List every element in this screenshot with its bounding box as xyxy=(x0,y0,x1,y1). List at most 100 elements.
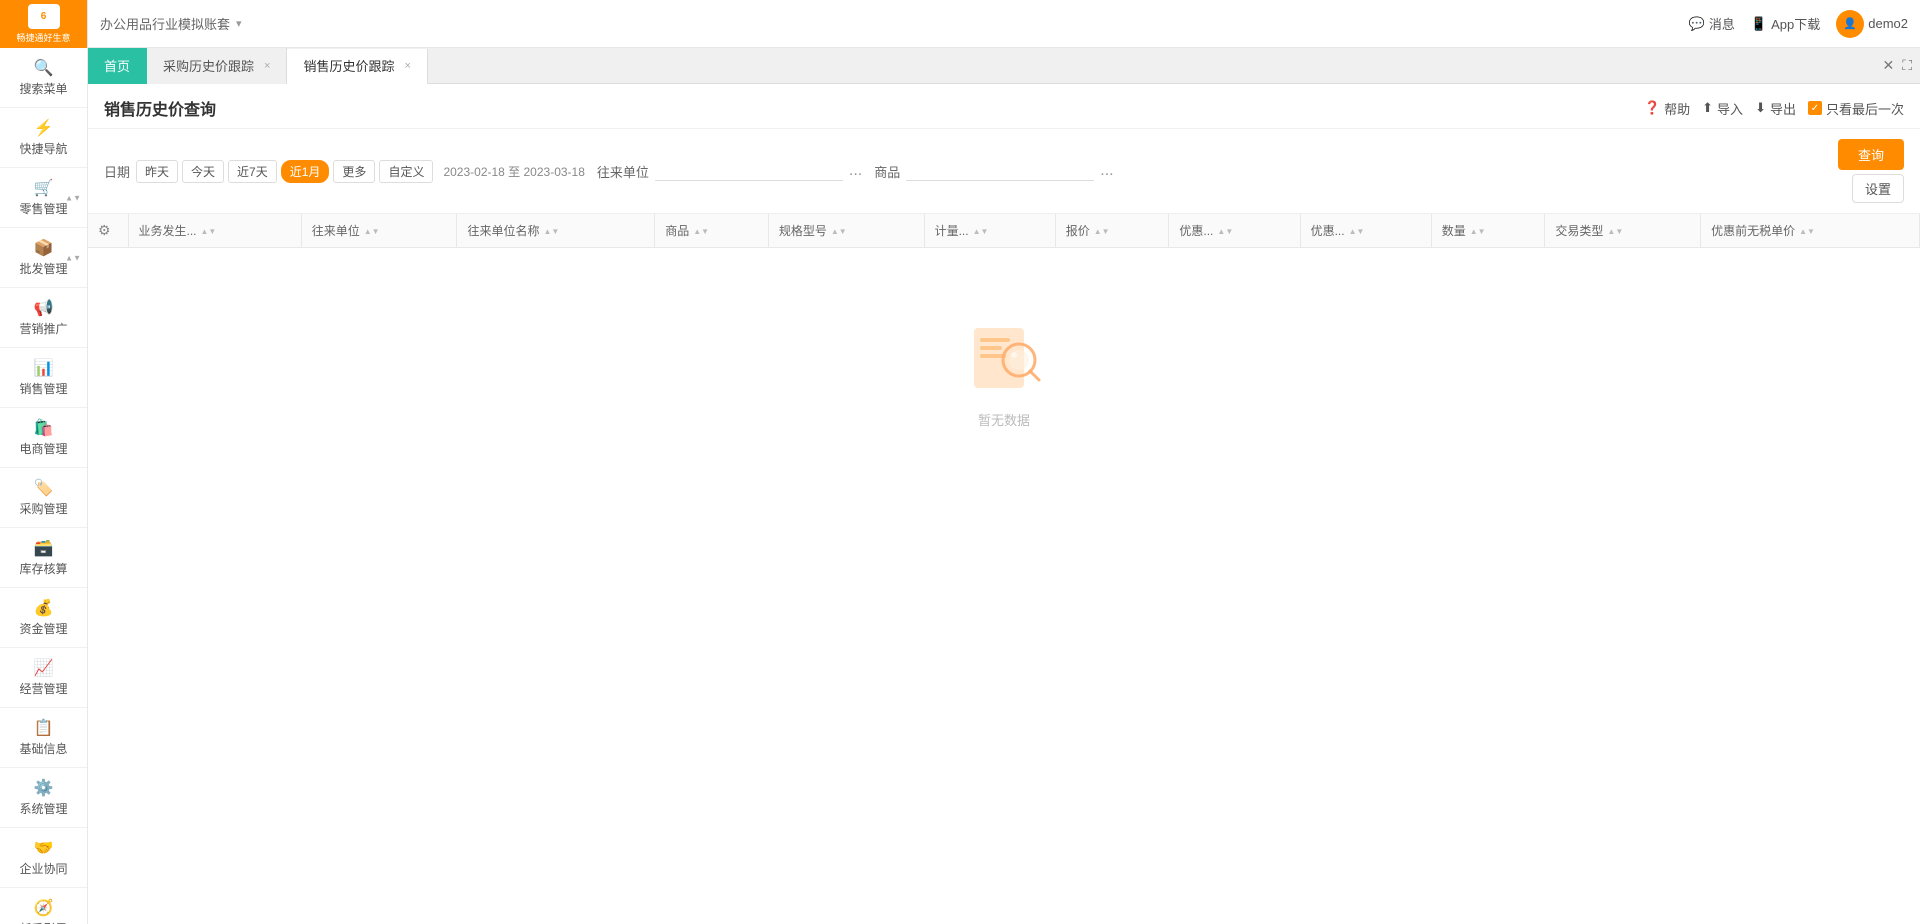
tab-close-purchase-history[interactable]: × xyxy=(264,60,270,72)
sidebar-icon-quick-nav: ⚡ xyxy=(34,118,54,138)
topbar-right: 💬 消息 📱 App下载 👤 demo2 xyxy=(1689,10,1908,38)
tab-home[interactable]: 首页 xyxy=(88,48,147,84)
only-last-label: 只看最后一次 xyxy=(1826,99,1904,118)
date-range-display: 2023-02-18 至 2023-03-18 xyxy=(443,163,584,180)
sidebar-item-enterprise[interactable]: 🤝 企业协同 xyxy=(0,828,87,888)
only-last-checkbox[interactable] xyxy=(1808,101,1822,115)
help-label: 帮助 xyxy=(1664,99,1690,118)
sidebar-item-ecom-mgmt[interactable]: 🛍️ 电商管理 xyxy=(0,408,87,468)
table-settings-icon[interactable]: ⚙ xyxy=(98,222,111,238)
settings-button[interactable]: 设置 xyxy=(1852,174,1904,203)
message-icon: 💬 xyxy=(1689,16,1705,32)
goods-dots-btn[interactable]: ... xyxy=(1100,162,1113,180)
topbar: 办公用品行业模拟账套 ▾ 💬 消息 📱 App下载 👤 demo2 xyxy=(88,0,1920,48)
sidebar-item-search-menu[interactable]: 🔍 搜索菜单 xyxy=(0,48,87,108)
col-header-spec: 规格型号▲▼ xyxy=(768,214,924,248)
sidebar: 6 畅捷通好生意 🔍 搜索菜单 ⚡ 快捷导航 🛒 零售管理 ▲▼ 📦 批发管理 … xyxy=(0,0,88,924)
export-icon: ⬇ xyxy=(1755,100,1766,116)
sidebar-label-ecom-mgmt: 电商管理 xyxy=(19,440,67,457)
col-header-partner_code: 往来单位▲▼ xyxy=(301,214,457,248)
sort-icon-discount2[interactable]: ▲▼ xyxy=(1349,227,1365,236)
sort-icon-partner_code[interactable]: ▲▼ xyxy=(364,227,380,236)
sidebar-label-quick-nav: 快捷导航 xyxy=(19,140,67,157)
date-buttons: 昨天今天近7天近1月更多自定义 xyxy=(136,160,433,183)
help-btn[interactable]: ❓ 帮助 xyxy=(1644,99,1690,118)
sort-icon-unit[interactable]: ▲▼ xyxy=(973,227,989,236)
filter-right-buttons: 查询 设置 xyxy=(1838,139,1904,203)
sidebar-item-quick-nav[interactable]: ⚡ 快捷导航 xyxy=(0,108,87,168)
topbar-title: 办公用品行业模拟账套 ▾ xyxy=(100,14,1689,33)
arrow-icon-retail-mgmt: ▲▼ xyxy=(65,193,81,202)
sidebar-item-retail-mgmt[interactable]: 🛒 零售管理 ▲▼ xyxy=(0,168,87,228)
sort-icon-trade_type[interactable]: ▲▼ xyxy=(1607,227,1623,236)
date-btn-近1月[interactable]: 近1月 xyxy=(281,160,330,183)
partner-input[interactable] xyxy=(655,161,843,181)
date-btn-昨天[interactable]: 昨天 xyxy=(136,160,178,183)
sidebar-label-purchase-mgmt: 采购管理 xyxy=(19,500,67,517)
message-btn[interactable]: 💬 消息 xyxy=(1689,14,1735,33)
empty-illustration xyxy=(954,308,1054,398)
sidebar-label-inventory: 库存核算 xyxy=(19,560,67,577)
sort-icon-price[interactable]: ▲▼ xyxy=(1094,227,1110,236)
sidebar-icon-operation: 📈 xyxy=(34,658,54,678)
maximize-icon[interactable]: ⛶ xyxy=(1902,57,1912,74)
logo-text: 畅捷通好生意 xyxy=(16,31,70,44)
sidebar-item-inventory[interactable]: 🗃️ 库存核算 xyxy=(0,528,87,588)
app-download-btn[interactable]: 📱 App下载 xyxy=(1751,14,1820,33)
sort-icon-biz_date[interactable]: ▲▼ xyxy=(201,227,217,236)
close-tab-icon[interactable]: ✕ xyxy=(1882,57,1894,74)
tab-close-sales-history[interactable]: × xyxy=(404,60,410,72)
date-btn-自定义[interactable]: 自定义 xyxy=(379,160,433,183)
filter-bar: 日期 昨天今天近7天近1月更多自定义 2023-02-18 至 2023-03-… xyxy=(88,129,1920,214)
date-btn-今天[interactable]: 今天 xyxy=(182,160,224,183)
tab-purchase-history[interactable]: 采购历史价跟踪× xyxy=(147,48,287,84)
sidebar-item-finance[interactable]: 💰 资金管理 xyxy=(0,588,87,648)
sidebar-item-marketing[interactable]: 📢 营销推广 xyxy=(0,288,87,348)
sort-icon-discount1[interactable]: ▲▼ xyxy=(1217,227,1233,236)
sort-icon-spec[interactable]: ▲▼ xyxy=(831,227,847,236)
topbar-dropdown-icon[interactable]: ▾ xyxy=(236,17,242,30)
sidebar-label-operation: 经营管理 xyxy=(19,680,67,697)
sidebar-icon-ecom-mgmt: 🛍️ xyxy=(34,418,54,438)
date-btn-近7天[interactable]: 近7天 xyxy=(228,160,277,183)
sidebar-icon-enterprise: 🤝 xyxy=(34,838,54,858)
help-icon: ❓ xyxy=(1644,100,1660,116)
page-header: 销售历史价查询 ❓ 帮助 ⬆ 导入 ⬇ 导出 只看最后一次 xyxy=(88,84,1920,129)
sidebar-icon-wholesale-mgmt: 📦 xyxy=(34,238,54,258)
sort-icon-quantity[interactable]: ▲▼ xyxy=(1470,227,1486,236)
goods-label: 商品 xyxy=(874,162,900,181)
sidebar-item-operation[interactable]: 📈 经营管理 xyxy=(0,648,87,708)
tab-sales-history[interactable]: 销售历史价跟踪× xyxy=(287,49,427,85)
user-area[interactable]: 👤 demo2 xyxy=(1836,10,1908,38)
page-title: 销售历史价查询 xyxy=(104,96,216,120)
goods-input[interactable] xyxy=(906,161,1094,181)
sidebar-label-system: 系统管理 xyxy=(19,800,67,817)
arrow-icon-wholesale-mgmt: ▲▼ xyxy=(65,253,81,262)
col-header-partner_name: 往来单位名称▲▼ xyxy=(457,214,655,248)
partner-dots-btn[interactable]: ... xyxy=(849,162,862,180)
sidebar-item-wholesale-mgmt[interactable]: 📦 批发管理 ▲▼ xyxy=(0,228,87,288)
date-btn-更多[interactable]: 更多 xyxy=(333,160,375,183)
sidebar-label-basic-info: 基础信息 xyxy=(19,740,67,757)
sidebar-item-basic-info[interactable]: 📋 基础信息 xyxy=(0,708,87,768)
sort-icon-pretax_price[interactable]: ▲▼ xyxy=(1799,227,1815,236)
sidebar-item-system[interactable]: ⚙️ 系统管理 xyxy=(0,768,87,828)
sidebar-menu: 🔍 搜索菜单 ⚡ 快捷导航 🛒 零售管理 ▲▼ 📦 批发管理 ▲▼ 📢 营销推广… xyxy=(0,48,87,924)
sort-icon-partner_name[interactable]: ▲▼ xyxy=(543,227,559,236)
export-btn[interactable]: ⬇ 导出 xyxy=(1755,99,1796,118)
sidebar-item-new-guide[interactable]: 🧭 新手引导 xyxy=(0,888,87,924)
sidebar-icon-sales-mgmt: 📊 xyxy=(34,358,54,378)
col-header-goods: 商品▲▼ xyxy=(655,214,769,248)
download-icon: 📱 xyxy=(1751,16,1767,32)
sidebar-item-purchase-mgmt[interactable]: 🏷️ 采购管理 xyxy=(0,468,87,528)
col-header-settings[interactable]: ⚙ xyxy=(88,214,128,248)
import-btn[interactable]: ⬆ 导入 xyxy=(1702,99,1743,118)
col-header-discount2: 优惠...▲▼ xyxy=(1300,214,1431,248)
table-head: ⚙业务发生...▲▼往来单位▲▼往来单位名称▲▼商品▲▼规格型号▲▼计量...▲… xyxy=(88,214,1920,248)
date-filter-group: 日期 昨天今天近7天近1月更多自定义 2023-02-18 至 2023-03-… xyxy=(104,160,585,183)
only-last-item[interactable]: 只看最后一次 xyxy=(1808,99,1904,118)
sidebar-item-sales-mgmt[interactable]: 📊 销售管理 xyxy=(0,348,87,408)
sort-icon-goods[interactable]: ▲▼ xyxy=(693,227,709,236)
query-button[interactable]: 查询 xyxy=(1838,139,1904,170)
logo-area: 6 畅捷通好生意 xyxy=(0,0,87,48)
